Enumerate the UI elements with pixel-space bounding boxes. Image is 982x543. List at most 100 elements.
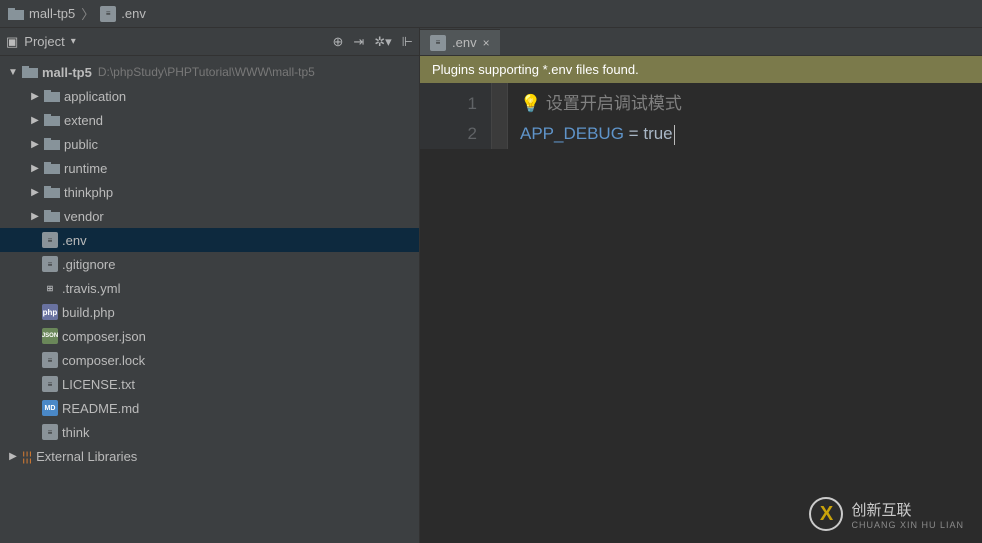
breadcrumb-root-label: mall-tp5 [29,6,75,21]
file-icon: ≡ [430,35,446,51]
folder-icon [44,185,60,199]
file-type-icon: MD [42,400,58,416]
file-name: composer.lock [62,353,145,368]
libraries-icon: ¦¦¦ [22,449,32,464]
hide-icon[interactable]: ⊩ [402,34,413,50]
tree-file[interactable]: ≡ LICENSE.txt [0,372,419,396]
expand-arrow-icon[interactable]: ▶ [30,211,40,222]
locate-icon[interactable]: ⊕ [332,34,343,50]
file-type-icon: ≡ [42,232,58,248]
watermark-sub: CHUANG XIN HU LIAN [851,520,964,530]
tree-file[interactable]: ≡ .env [0,228,419,252]
editor-tabbar: ≡ .env × [420,28,982,56]
watermark: X 创新互联 CHUANG XIN HU LIAN [809,497,964,531]
line-number: 2 [420,119,477,149]
folder-icon [44,137,60,151]
tree-folder[interactable]: ▶ thinkphp [0,180,419,204]
project-header: ▣ Project ▾ ⊕ ⇥ ✲▾ ⊩ [0,28,419,56]
settings-icon[interactable]: ✲▾ [374,34,391,50]
file-name: .gitignore [62,257,115,272]
tree-root-name: mall-tp5 [42,65,92,80]
expand-arrow-icon[interactable]: ▶ [30,187,40,198]
breadcrumb-file[interactable]: ≡ .env [100,6,146,22]
tree-folder[interactable]: ▶ application [0,84,419,108]
plugins-notification[interactable]: Plugins supporting *.env files found. [420,56,982,83]
folder-name: application [64,89,126,104]
tree-file[interactable]: JSON composer.json [0,324,419,348]
file-type-icon: php [42,304,58,320]
file-type-icon: JSON [42,328,58,344]
tree-file[interactable]: ≡ think [0,420,419,444]
tree-root-path: D:\phpStudy\PHPTutorial\WWW\mall-tp5 [98,65,315,79]
watermark-logo: X [809,497,843,531]
tree-file[interactable]: ⊞ .travis.yml [0,276,419,300]
tab-label: .env [452,35,477,50]
tree-root[interactable]: ▼ mall-tp5 D:\phpStudy\PHPTutorial\WWW\m… [0,60,419,84]
expand-arrow-icon[interactable]: ▶ [30,115,40,126]
project-view-icon[interactable]: ▣ [6,34,18,50]
tree-external-libs[interactable]: ▶ ¦¦¦ External Libraries [0,444,419,468]
breadcrumb-file-label: .env [121,6,146,21]
folder-name: thinkphp [64,185,113,200]
project-sidebar: ▣ Project ▾ ⊕ ⇥ ✲▾ ⊩ ▼ mall-tp5 D:\phpSt… [0,28,420,543]
file-type-icon: ⊞ [42,280,58,296]
tree-file[interactable]: php build.php [0,300,419,324]
editor-tab-env[interactable]: ≡ .env × [420,29,500,55]
file-name: .travis.yml [62,281,121,296]
project-panel-label: Project [24,34,64,49]
tree-folder[interactable]: ▶ public [0,132,419,156]
tree-folder[interactable]: ▶ extend [0,108,419,132]
file-name: composer.json [62,329,146,344]
code-lines[interactable]: 💡 设置开启调试模式 APP_DEBUG = true [508,83,682,149]
collapse-icon[interactable]: ⇥ [353,34,364,50]
folder-icon [22,65,38,79]
file-name: think [62,425,89,440]
file-name: .env [62,233,87,248]
editor-panel: ≡ .env × Plugins supporting *.env files … [420,28,982,543]
folder-icon [8,7,24,21]
breadcrumb: mall-tp5 〉 ≡ .env [0,0,982,28]
code-editor[interactable]: 1 2 💡 设置开启调试模式 APP_DEBUG = true [420,83,982,149]
close-tab-icon[interactable]: × [483,36,490,50]
folder-name: vendor [64,209,104,224]
lightbulb-icon[interactable]: 💡 [520,94,541,113]
file-name: build.php [62,305,115,320]
gutter-strip [492,83,508,149]
file-type-icon: ≡ [42,376,58,392]
tree-file[interactable]: MD README.md [0,396,419,420]
file-name: LICENSE.txt [62,377,135,392]
folder-name: runtime [64,161,107,176]
expand-arrow-icon[interactable]: ▶ [8,451,18,462]
tree-folder[interactable]: ▶ runtime [0,156,419,180]
tree-file[interactable]: ≡ .gitignore [0,252,419,276]
project-dropdown-icon[interactable]: ▾ [71,36,76,47]
tree-folder[interactable]: ▶ vendor [0,204,419,228]
folder-name: public [64,137,98,152]
env-var: APP_DEBUG [520,124,624,143]
folder-icon [44,161,60,175]
comment-text: 设置开启调试模式 [546,94,682,113]
line-gutter: 1 2 [420,83,492,149]
folder-icon [44,89,60,103]
tree-ext-label: External Libraries [36,449,137,464]
expand-arrow-icon[interactable]: ▼ [8,67,18,78]
expand-arrow-icon[interactable]: ▶ [30,163,40,174]
expand-arrow-icon[interactable]: ▶ [30,91,40,102]
breadcrumb-root[interactable]: mall-tp5 [8,6,75,21]
text-cursor [674,125,675,145]
tree-file[interactable]: ≡ composer.lock [0,348,419,372]
folder-name: extend [64,113,103,128]
file-name: README.md [62,401,139,416]
file-type-icon: ≡ [42,424,58,440]
code-line[interactable]: 💡 设置开启调试模式 [520,89,682,119]
file-type-icon: ≡ [42,352,58,368]
expand-arrow-icon[interactable]: ▶ [30,139,40,150]
watermark-text: 创新互联 [851,499,964,520]
code-line[interactable]: APP_DEBUG = true [520,119,682,149]
env-val: true [643,124,672,143]
folder-icon [44,209,60,223]
breadcrumb-separator: 〉 [81,4,94,23]
project-tree: ▼ mall-tp5 D:\phpStudy\PHPTutorial\WWW\m… [0,56,419,472]
line-number: 1 [420,89,477,119]
file-icon: ≡ [100,6,116,22]
